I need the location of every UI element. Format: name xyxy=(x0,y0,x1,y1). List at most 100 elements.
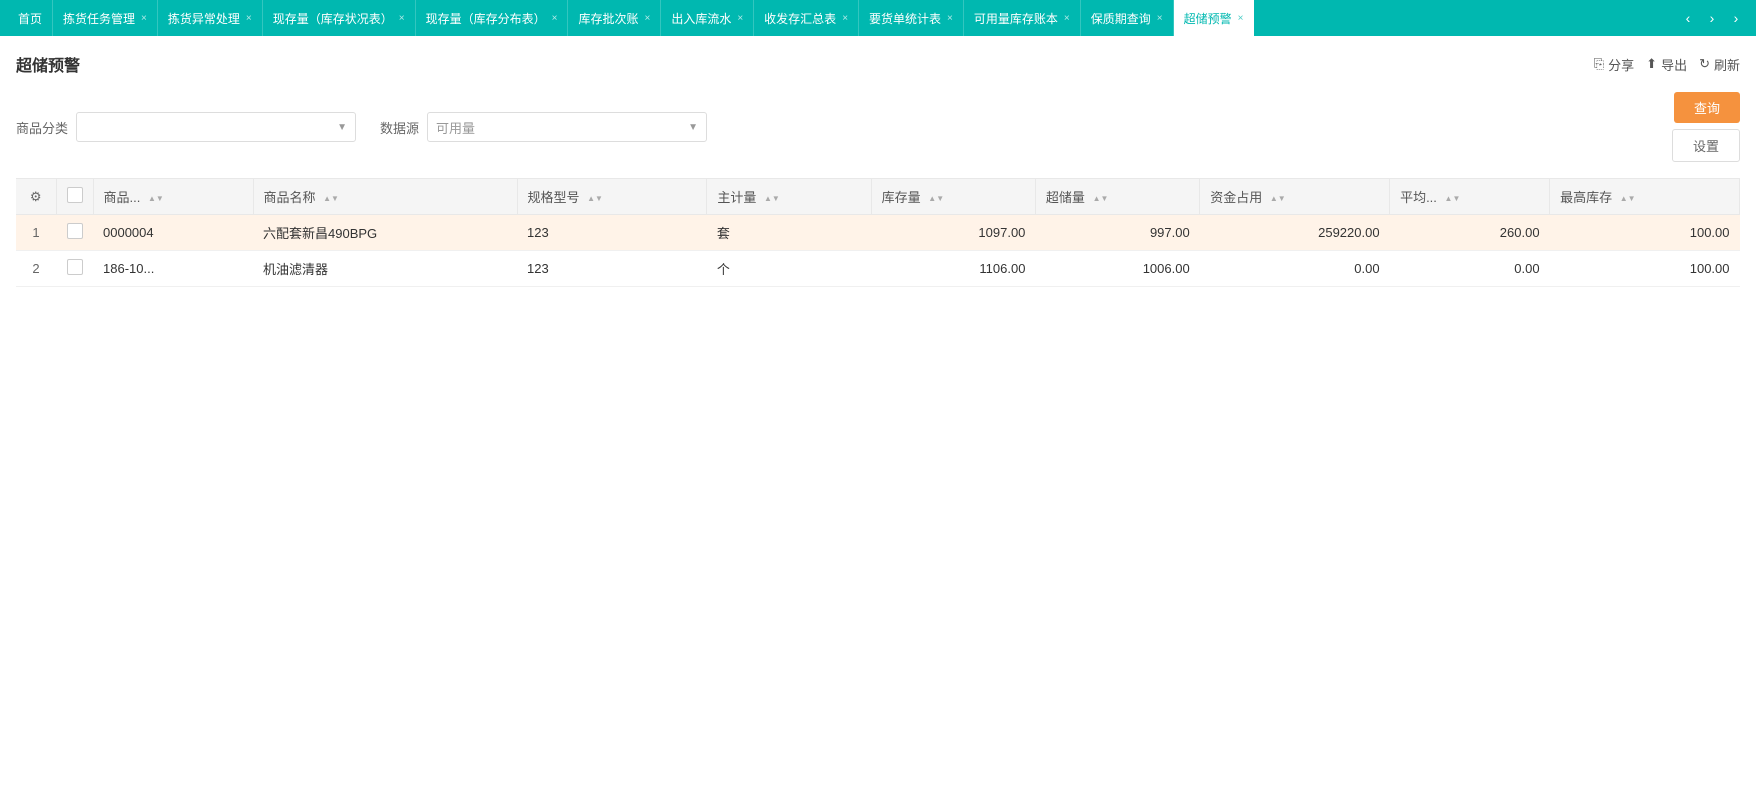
nav-tab-5-label: 库存批次账 xyxy=(578,10,638,27)
col-header-stock-label: 库存量 xyxy=(882,190,921,205)
nav-tab-6-close[interactable]: × xyxy=(737,13,743,24)
col-header-product-name[interactable]: 商品名称 ▲▼ xyxy=(253,179,517,215)
cell-overstock: 1006.00 xyxy=(1035,251,1199,287)
select-all-checkbox[interactable] xyxy=(67,187,83,203)
nav-tab-1-close[interactable]: × xyxy=(141,13,147,24)
top-navigation: 首页 拣货任务管理 × 拣货异常处理 × 现存量（库存状况表） × 现存量（库存… xyxy=(0,0,1756,36)
row-checkbox-cell[interactable] xyxy=(56,215,93,251)
row-number: 1 xyxy=(16,215,56,251)
col-header-unit[interactable]: 主计量 ▲▼ xyxy=(707,179,871,215)
cell-stock: 1097.00 xyxy=(871,215,1035,251)
nav-tab-9-label: 可用量库存账本 xyxy=(974,10,1058,27)
sort-arrows-max-stock[interactable]: ▲▼ xyxy=(1620,195,1636,203)
sort-arrows-overstock[interactable]: ▲▼ xyxy=(1093,195,1109,203)
table-row[interactable]: 2 186-10... 机油滤清器 123 个 1106.00 1006.00 … xyxy=(16,251,1740,287)
nav-tab-8[interactable]: 要货单统计表 × xyxy=(859,0,964,36)
col-header-spec-label: 规格型号 xyxy=(528,190,580,205)
row-checkbox[interactable] xyxy=(67,223,83,239)
table-row[interactable]: 1 0000004 六配套新昌490BPG 123 套 1097.00 997.… xyxy=(16,215,1740,251)
page-title: 超储预警 xyxy=(16,52,80,76)
cell-max-stock: 100.00 xyxy=(1550,215,1740,251)
nav-tab-4[interactable]: 现存量（库存分布表） × xyxy=(416,0,569,36)
nav-tab-9[interactable]: 可用量库存账本 × xyxy=(964,0,1081,36)
cell-avg: 0.00 xyxy=(1390,251,1550,287)
cell-spec: 123 xyxy=(517,215,707,251)
col-header-product-name-label: 商品名称 xyxy=(264,190,316,205)
datasource-chevron-icon: ▼ xyxy=(688,122,698,133)
sort-arrows-spec[interactable]: ▲▼ xyxy=(587,195,603,203)
table-settings-icon[interactable]: ⚙ xyxy=(30,189,42,204)
col-header-capital[interactable]: 资金占用 ▲▼ xyxy=(1200,179,1390,215)
nav-tab-6-label: 出入库流水 xyxy=(671,10,731,27)
refresh-label: 刷新 xyxy=(1714,55,1740,74)
nav-tab-11-close[interactable]: × xyxy=(1238,13,1244,24)
col-header-max-stock[interactable]: 最高库存 ▲▼ xyxy=(1550,179,1740,215)
cell-unit: 套 xyxy=(707,215,871,251)
nav-tab-11[interactable]: 超储预警 × xyxy=(1174,0,1255,36)
nav-tab-3-close[interactable]: × xyxy=(399,13,405,24)
row-checkbox-cell[interactable] xyxy=(56,251,93,287)
category-filter: 商品分类 ▼ xyxy=(16,112,356,142)
col-header-overstock[interactable]: 超储量 ▲▼ xyxy=(1035,179,1199,215)
datasource-select-value: 可用量 xyxy=(436,118,475,137)
filter-row: 商品分类 ▼ 数据源 可用量 ▼ 查询 设置 xyxy=(16,92,1740,162)
nav-tab-6[interactable]: 出入库流水 × xyxy=(661,0,754,36)
export-button[interactable]: ⬆ 导出 xyxy=(1646,55,1687,74)
share-label: 分享 xyxy=(1608,55,1634,74)
col-header-settings[interactable]: ⚙ xyxy=(16,179,56,215)
settings-button[interactable]: 设置 xyxy=(1672,129,1740,162)
nav-tab-5[interactable]: 库存批次账 × xyxy=(568,0,661,36)
cell-stock: 1106.00 xyxy=(871,251,1035,287)
nav-tab-9-close[interactable]: × xyxy=(1064,13,1070,24)
col-header-product-code[interactable]: 商品... ▲▼ xyxy=(93,179,253,215)
category-chevron-icon: ▼ xyxy=(337,122,347,133)
nav-tab-7[interactable]: 收发存汇总表 × xyxy=(754,0,859,36)
refresh-button[interactable]: ↻ 刷新 xyxy=(1699,55,1740,74)
header-actions: ⎘ 分享 ⬆ 导出 ↻ 刷新 xyxy=(1594,55,1740,74)
category-select[interactable]: ▼ xyxy=(76,112,356,142)
col-header-stock[interactable]: 库存量 ▲▼ xyxy=(871,179,1035,215)
nav-tab-10-close[interactable]: × xyxy=(1157,13,1163,24)
page-header: 超储预警 ⎘ 分享 ⬆ 导出 ↻ 刷新 xyxy=(16,52,1740,76)
nav-tab-2-label: 拣货异常处理 xyxy=(168,10,240,27)
cell-capital: 0.00 xyxy=(1200,251,1390,287)
sort-arrows-capital[interactable]: ▲▼ xyxy=(1270,195,1286,203)
sort-arrows-product-code[interactable]: ▲▼ xyxy=(148,195,164,203)
nav-tab-8-close[interactable]: × xyxy=(947,13,953,24)
nav-tab-7-close[interactable]: × xyxy=(842,13,848,24)
nav-tab-2[interactable]: 拣货异常处理 × xyxy=(158,0,263,36)
col-header-spec[interactable]: 规格型号 ▲▼ xyxy=(517,179,707,215)
nav-prev-button[interactable]: ‹ xyxy=(1676,0,1700,36)
col-header-checkbox[interactable] xyxy=(56,179,93,215)
datasource-select[interactable]: 可用量 ▼ xyxy=(427,112,707,142)
sort-arrows-avg[interactable]: ▲▼ xyxy=(1445,195,1461,203)
col-header-avg[interactable]: 平均... ▲▼ xyxy=(1390,179,1550,215)
sort-arrows-product-name[interactable]: ▲▼ xyxy=(323,195,339,203)
share-button[interactable]: ⎘ 分享 xyxy=(1594,55,1634,74)
nav-tab-11-label: 超储预警 xyxy=(1184,10,1232,27)
row-checkbox[interactable] xyxy=(67,259,83,275)
col-header-max-stock-label: 最高库存 xyxy=(1560,190,1612,205)
nav-next-button[interactable]: › xyxy=(1700,0,1724,36)
sort-arrows-stock[interactable]: ▲▼ xyxy=(928,195,944,203)
nav-more-button[interactable]: › xyxy=(1724,0,1748,36)
share-icon: ⎘ xyxy=(1594,56,1604,72)
nav-tab-4-label: 现存量（库存分布表） xyxy=(426,10,546,27)
cell-product-code: 186-10... xyxy=(93,251,253,287)
nav-tab-4-close[interactable]: × xyxy=(552,13,558,24)
col-header-avg-label: 平均... xyxy=(1400,190,1437,205)
nav-tab-1[interactable]: 拣货任务管理 × xyxy=(53,0,158,36)
nav-tab-1-label: 拣货任务管理 xyxy=(63,10,135,27)
export-label: 导出 xyxy=(1661,55,1687,74)
nav-tab-home[interactable]: 首页 xyxy=(8,0,53,36)
nav-tab-2-close[interactable]: × xyxy=(246,13,252,24)
row-number: 2 xyxy=(16,251,56,287)
nav-tab-3[interactable]: 现存量（库存状况表） × xyxy=(263,0,416,36)
col-header-product-code-label: 商品... xyxy=(104,190,141,205)
nav-tab-10[interactable]: 保质期查询 × xyxy=(1081,0,1174,36)
nav-tab-home-label: 首页 xyxy=(18,10,42,27)
query-button[interactable]: 查询 xyxy=(1674,92,1740,123)
nav-tab-8-label: 要货单统计表 xyxy=(869,10,941,27)
sort-arrows-unit[interactable]: ▲▼ xyxy=(764,195,780,203)
nav-tab-5-close[interactable]: × xyxy=(644,13,650,24)
